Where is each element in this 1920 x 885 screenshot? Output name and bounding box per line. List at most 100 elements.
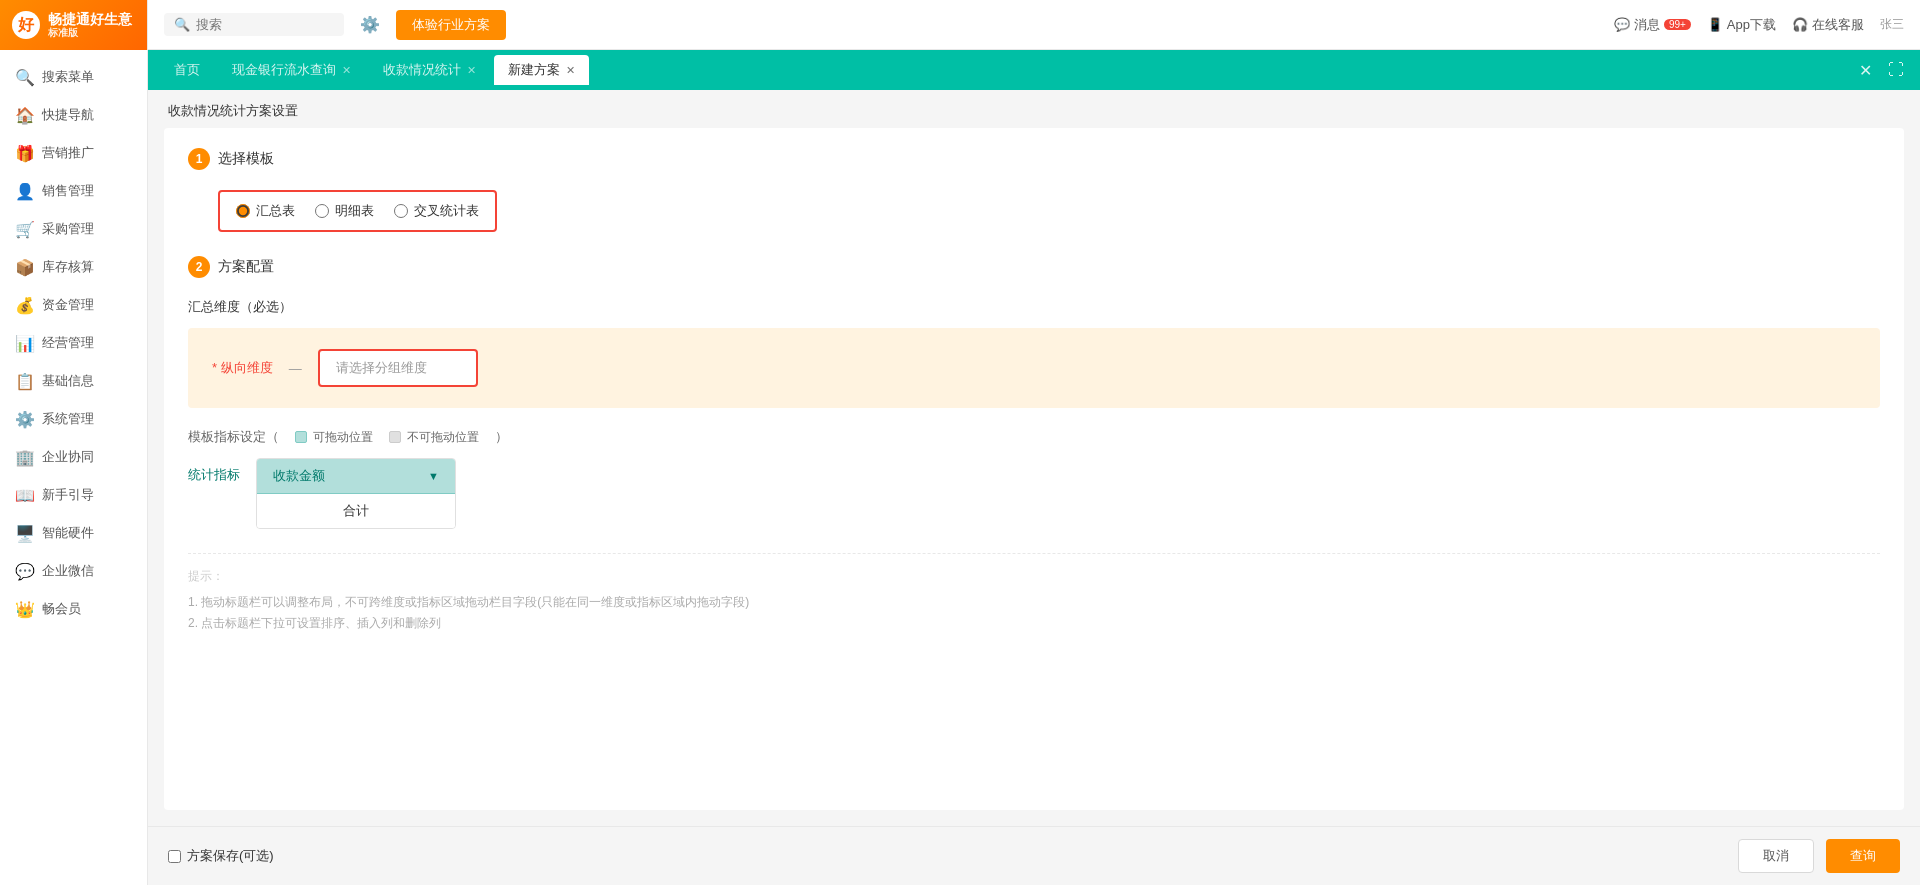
tab-home[interactable]: 首页 (160, 55, 214, 85)
indicator-label-row: 模板指标设定（ 可拖动位置 不可拖动位置 ） (188, 428, 1880, 446)
search-input[interactable] (196, 17, 326, 32)
home-icon: 🏠 (16, 106, 34, 124)
sidebar-item-collab[interactable]: 🏢 企业协同 (0, 438, 147, 476)
close-window-icon[interactable]: ✕ (1855, 57, 1876, 84)
indicator-table-header: 收款金额 ▼ (257, 459, 455, 494)
step1-row: 1 选择模板 (188, 148, 1880, 170)
sidebar-item-label: 销售管理 (42, 182, 94, 200)
gear-icon[interactable]: ⚙️ (360, 15, 380, 34)
app-download-item[interactable]: 📱 App下载 (1707, 16, 1776, 34)
radio-cross[interactable]: 交叉统计表 (394, 202, 479, 220)
sidebar-item-label: 智能硬件 (42, 524, 94, 542)
sidebar-item-finance[interactable]: 💰 资金管理 (0, 286, 147, 324)
sidebar-item-inventory[interactable]: 📦 库存核算 (0, 248, 147, 286)
query-button[interactable]: 查询 (1826, 839, 1900, 873)
radio-detail-input[interactable] (315, 204, 329, 218)
sidebar-item-label: 快捷导航 (42, 106, 94, 124)
inventory-icon: 📦 (16, 258, 34, 276)
tab-bank-close-icon[interactable]: ✕ (342, 64, 351, 77)
step1-label: 选择模板 (218, 150, 274, 168)
step1-badge: 1 (188, 148, 210, 170)
sidebar-item-quick-nav[interactable]: 🏠 快捷导航 (0, 96, 147, 134)
tab-bank[interactable]: 现金银行流水查询 ✕ (218, 55, 365, 85)
radio-detail[interactable]: 明细表 (315, 202, 374, 220)
message-badge: 99+ (1664, 19, 1691, 30)
step2-badge: 2 (188, 256, 210, 278)
sidebar-item-sales[interactable]: 👤 销售管理 (0, 172, 147, 210)
sidebar-item-system[interactable]: ⚙️ 系统管理 (0, 400, 147, 438)
maximize-icon[interactable]: ⛶ (1884, 57, 1908, 84)
sidebar-item-business[interactable]: 📊 经营管理 (0, 324, 147, 362)
legend-fixed: 不可拖动位置 (389, 429, 479, 446)
indicator-chevron-icon[interactable]: ▼ (428, 470, 439, 482)
service-label: 在线客服 (1812, 16, 1864, 34)
save-checkbox[interactable]: 方案保存(可选) (168, 847, 274, 865)
indicator-table: 收款金额 ▼ 合计 (256, 458, 456, 529)
purchase-icon: 🛒 (16, 220, 34, 238)
username: 张三 (1880, 16, 1904, 33)
topbar-right: 💬 消息 99+ 📱 App下载 🎧 在线客服 张三 (1614, 16, 1904, 34)
radio-cross-input[interactable] (394, 204, 408, 218)
indicator-section-label: 模板指标设定（ (188, 428, 279, 446)
indicator-section: 模板指标设定（ 可拖动位置 不可拖动位置 ） 统计指标 (188, 428, 1880, 529)
sales-icon: 👤 (16, 182, 34, 200)
tab-receipt-close-icon[interactable]: ✕ (467, 64, 476, 77)
dimension-arrow: — (289, 361, 302, 376)
service-icon: 🎧 (1792, 17, 1808, 32)
gift-icon: 🎁 (16, 144, 34, 162)
legend-fixed-label: 不可拖动位置 (407, 429, 479, 446)
wechat-icon: 💬 (16, 562, 34, 580)
sidebar-item-purchase[interactable]: 🛒 采购管理 (0, 210, 147, 248)
logo-icon: 好 (12, 11, 40, 39)
basic-icon: 📋 (16, 372, 34, 390)
search-box[interactable]: 🔍 (164, 13, 344, 36)
radio-summary-input[interactable] (236, 204, 250, 218)
sidebar-item-member[interactable]: 👑 畅会员 (0, 590, 147, 628)
sidebar-item-label: 畅会员 (42, 600, 81, 618)
sidebar-item-search-menu[interactable]: 🔍 搜索菜单 (0, 58, 147, 96)
sidebar-item-marketing[interactable]: 🎁 营销推广 (0, 134, 147, 172)
radio-summary[interactable]: 汇总表 (236, 202, 295, 220)
industry-btn[interactable]: 体验行业方案 (396, 10, 506, 40)
tip1: 1. 拖动标题栏可以调整布局，不可跨维度或指标区域拖动栏目字段(只能在同一维度或… (188, 592, 1880, 614)
sidebar-item-label: 营销推广 (42, 144, 94, 162)
legend-draggable: 可拖动位置 (295, 429, 373, 446)
step2-row: 2 方案配置 (188, 256, 1880, 278)
indicator-category-label: 统计指标 (188, 466, 240, 484)
cancel-button[interactable]: 取消 (1738, 839, 1814, 873)
sidebar-item-wechat[interactable]: 💬 企业微信 (0, 552, 147, 590)
search-icon: 🔍 (174, 17, 190, 32)
sidebar-menu: 🔍 搜索菜单 🏠 快捷导航 🎁 营销推广 👤 销售管理 🛒 采购管理 📦 库存核… (0, 50, 147, 885)
dimension-select[interactable]: 请选择分组维度 (318, 349, 478, 387)
sidebar-item-label: 基础信息 (42, 372, 94, 390)
app-icon: 📱 (1707, 17, 1723, 32)
radio-summary-label: 汇总表 (256, 202, 295, 220)
legend-fixed-dot (389, 431, 401, 443)
sidebar-item-basic[interactable]: 📋 基础信息 (0, 362, 147, 400)
tab-new-plan[interactable]: 新建方案 ✕ (494, 55, 589, 85)
system-icon: ⚙️ (16, 410, 34, 428)
sidebar-item-guide[interactable]: 📖 新手引导 (0, 476, 147, 514)
service-item[interactable]: 🎧 在线客服 (1792, 16, 1864, 34)
save-checkbox-input[interactable] (168, 850, 181, 863)
sidebar-item-label: 企业微信 (42, 562, 94, 580)
sidebar-item-label: 搜索菜单 (42, 68, 94, 86)
content-area: 收款情况统计方案设置 1 选择模板 汇总表 明细表 交叉统计表 (148, 90, 1920, 885)
bottom-bar: 方案保存(可选) 取消 查询 (148, 826, 1920, 885)
legend-suffix: ） (495, 428, 508, 446)
logo-sub-text: 标准版 (48, 27, 132, 39)
tab-receipt-label: 收款情况统计 (383, 61, 461, 79)
sidebar-item-label: 库存核算 (42, 258, 94, 276)
tab-new-plan-label: 新建方案 (508, 61, 560, 79)
tab-new-plan-close-icon[interactable]: ✕ (566, 64, 575, 77)
save-label: 方案保存(可选) (187, 847, 274, 865)
step2-label: 方案配置 (218, 258, 274, 276)
message-item[interactable]: 💬 消息 99+ (1614, 16, 1691, 34)
sidebar-item-label: 系统管理 (42, 410, 94, 428)
app-label: App下载 (1727, 16, 1776, 34)
sidebar-item-hardware[interactable]: 🖥️ 智能硬件 (0, 514, 147, 552)
logo-main-text: 畅捷通好生意 (48, 11, 132, 28)
sidebar-item-label: 新手引导 (42, 486, 94, 504)
finance-icon: 💰 (16, 296, 34, 314)
tab-receipt-stat[interactable]: 收款情况统计 ✕ (369, 55, 490, 85)
